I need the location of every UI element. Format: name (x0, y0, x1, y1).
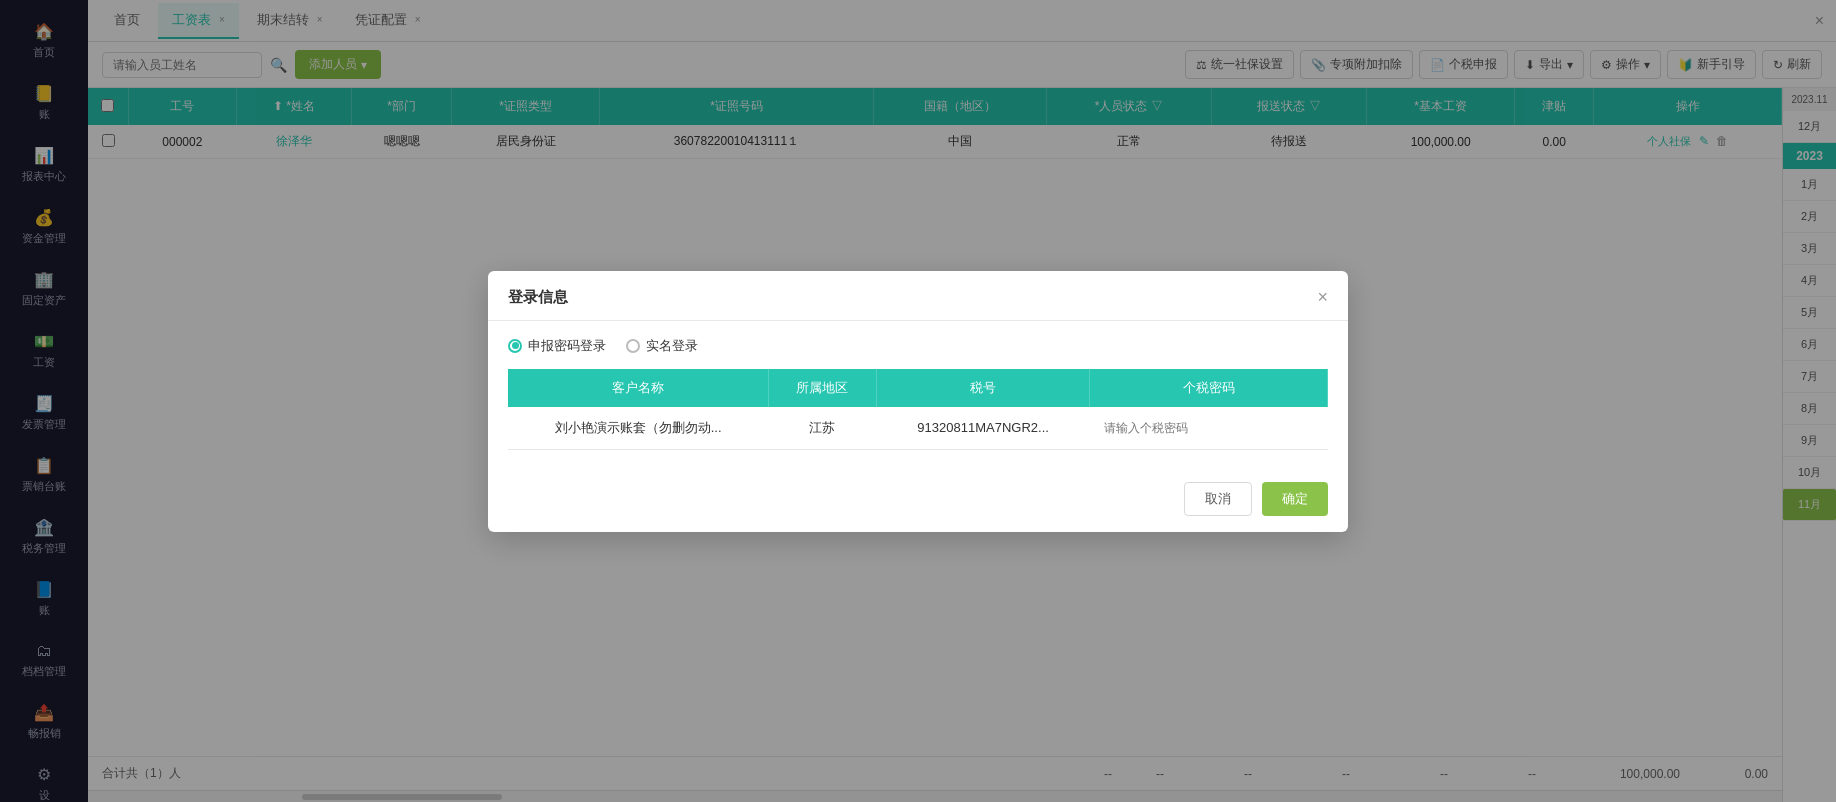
radio-realname-login[interactable]: 实名登录 (626, 337, 698, 355)
dialog-footer: 取消 确定 (488, 466, 1348, 532)
dialog-row-name: 刘小艳演示账套（勿删勿动... (508, 407, 768, 450)
dialog-col-password: 个税密码 (1090, 369, 1328, 407)
dialog-table: 客户名称 所属地区 税号 个税密码 刘小艳演示账套（勿删勿动... 江苏 913… (508, 369, 1328, 450)
dialog-row-password[interactable] (1090, 407, 1328, 450)
dialog-body: 申报密码登录 实名登录 客户名称 所属地区 税号 个税密码 (488, 321, 1348, 466)
tax-password-input[interactable] (1104, 421, 1314, 435)
login-type-radio-group: 申报密码登录 实名登录 (508, 337, 1328, 355)
radio-realname-label: 实名登录 (646, 337, 698, 355)
dialog-table-row: 刘小艳演示账套（勿删勿动... 江苏 91320811MA7NGR2... (508, 407, 1328, 450)
login-dialog: 登录信息 × 申报密码登录 实名登录 客户名称 所属地区 (488, 271, 1348, 532)
radio-realname-dot (626, 339, 640, 353)
cancel-button[interactable]: 取消 (1184, 482, 1252, 516)
dialog-close-button[interactable]: × (1317, 287, 1328, 308)
dialog-row-taxid: 91320811MA7NGR2... (877, 407, 1090, 450)
dialog-col-name: 客户名称 (508, 369, 768, 407)
dialog-overlay: 登录信息 × 申报密码登录 实名登录 客户名称 所属地区 (0, 0, 1836, 802)
dialog-header: 登录信息 × (488, 271, 1348, 321)
dialog-col-taxid: 税号 (877, 369, 1090, 407)
confirm-button[interactable]: 确定 (1262, 482, 1328, 516)
dialog-col-region: 所属地区 (768, 369, 876, 407)
dialog-row-region: 江苏 (768, 407, 876, 450)
radio-password-label: 申报密码登录 (528, 337, 606, 355)
dialog-title: 登录信息 (508, 288, 568, 307)
radio-password-login[interactable]: 申报密码登录 (508, 337, 606, 355)
radio-password-dot (508, 339, 522, 353)
